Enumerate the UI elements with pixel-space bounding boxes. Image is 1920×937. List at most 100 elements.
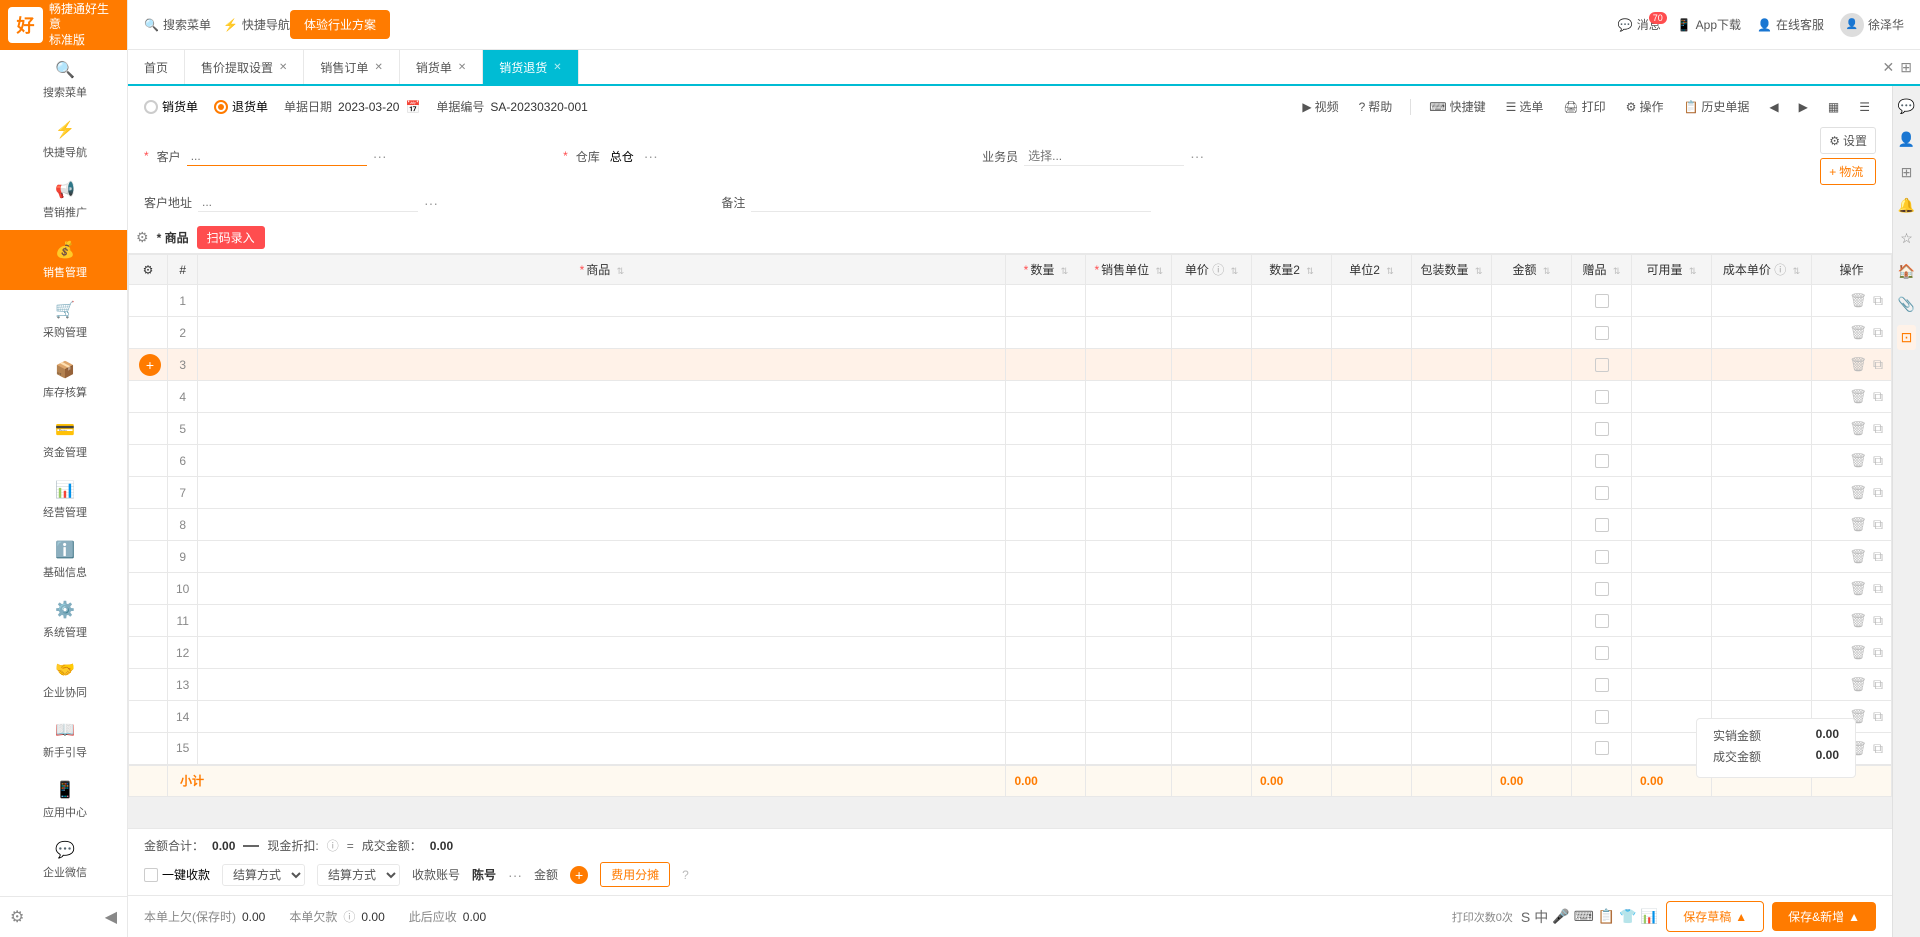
sidebar-item-guide[interactable]: 📖 新手引导 bbox=[0, 710, 127, 770]
customer-more-icon[interactable]: ··· bbox=[373, 148, 387, 164]
row2-price[interactable] bbox=[1172, 317, 1252, 349]
cash-discount-help-icon[interactable]: ⓘ bbox=[327, 837, 339, 854]
th-gear-icon[interactable]: ⚙ bbox=[143, 263, 154, 277]
table-settings-icon[interactable]: ⚙ bbox=[136, 229, 149, 246]
row2-unit[interactable] bbox=[1086, 317, 1172, 349]
row3-product[interactable] bbox=[198, 349, 1006, 381]
sidebar-item-wechat[interactable]: 💬 企业微信 bbox=[0, 830, 127, 890]
row1-gift[interactable] bbox=[1572, 285, 1632, 317]
row8-gift-cb[interactable] bbox=[1595, 518, 1609, 532]
remark-input[interactable] bbox=[751, 193, 1151, 212]
warehouse-more-icon[interactable]: ··· bbox=[644, 148, 658, 164]
video-btn[interactable]: ▶ 视频 bbox=[1296, 96, 1344, 117]
tab-sales-bill-close-icon[interactable]: ✕ bbox=[458, 62, 466, 73]
row2-gift[interactable] bbox=[1572, 317, 1632, 349]
row2-product[interactable] bbox=[198, 317, 1006, 349]
salesperson-more-icon[interactable]: ··· bbox=[1190, 148, 1204, 164]
right-sidebar-chat-icon[interactable]: 💬 bbox=[1894, 94, 1919, 119]
select-btn[interactable]: ☰ 选单 bbox=[1500, 96, 1550, 117]
grid-view-btn[interactable]: ▦ bbox=[1822, 98, 1845, 116]
qty2-sort-icon[interactable]: ⇅ bbox=[1306, 266, 1314, 276]
row3-qty2[interactable] bbox=[1252, 349, 1332, 381]
row1-pack[interactable] bbox=[1412, 285, 1492, 317]
row3-price[interactable] bbox=[1172, 349, 1252, 381]
right-sidebar-home-icon[interactable]: 🏠 bbox=[1894, 259, 1919, 284]
salesperson-input[interactable] bbox=[1024, 147, 1184, 166]
row1-copy-icon[interactable]: ⧉ bbox=[1873, 292, 1883, 309]
row1-cost[interactable] bbox=[1712, 285, 1812, 317]
row12-gift-cb[interactable] bbox=[1595, 646, 1609, 660]
scan-input-btn[interactable]: 扫码录入 bbox=[197, 226, 265, 249]
settings-btn[interactable]: ⚙ 设置 bbox=[1820, 127, 1876, 154]
tab-sales-order-close-icon[interactable]: ✕ bbox=[374, 62, 382, 73]
row15-gift-cb[interactable] bbox=[1595, 741, 1609, 755]
row2-amount[interactable] bbox=[1492, 317, 1572, 349]
cost-sort-icon[interactable]: ⇅ bbox=[1793, 266, 1801, 276]
gift-sort-icon[interactable]: ⇅ bbox=[1613, 266, 1621, 276]
row7-gift-cb[interactable] bbox=[1595, 486, 1609, 500]
tab-expand-icon[interactable]: ⊞ bbox=[1900, 59, 1912, 76]
row7-delete-icon[interactable]: 🗑 bbox=[1849, 484, 1867, 501]
history-btn[interactable]: 📋 历史单据 bbox=[1677, 96, 1755, 117]
row1-price[interactable] bbox=[1172, 285, 1252, 317]
row13-delete-icon[interactable]: 🗑 bbox=[1849, 676, 1867, 693]
tab-sales-return[interactable]: 销货退货 ✕ bbox=[483, 50, 578, 84]
row13-gift-cb[interactable] bbox=[1595, 678, 1609, 692]
row1-product[interactable] bbox=[198, 285, 1006, 317]
row9-gift-cb[interactable] bbox=[1595, 550, 1609, 564]
row10-gift-cb[interactable] bbox=[1595, 582, 1609, 596]
row1-unit2[interactable] bbox=[1332, 285, 1412, 317]
row6-gift-cb[interactable] bbox=[1595, 454, 1609, 468]
sidebar-item-marketing[interactable]: 📢 营销推广 bbox=[0, 170, 127, 230]
row8-delete-icon[interactable]: 🗑 bbox=[1849, 516, 1867, 533]
row5-gift-cb[interactable] bbox=[1595, 422, 1609, 436]
tab-price-close-icon[interactable]: ✕ bbox=[279, 62, 287, 73]
sidebar-item-finance[interactable]: 💳 资金管理 bbox=[0, 410, 127, 470]
settlement-select[interactable]: 结算方式 bbox=[222, 864, 305, 886]
row10-delete-icon[interactable]: 🗑 bbox=[1849, 580, 1867, 597]
address-input[interactable] bbox=[198, 193, 418, 212]
sidebar-item-system[interactable]: ⚙️ 系统管理 bbox=[0, 590, 127, 650]
unit-sort-icon[interactable]: ⇅ bbox=[1155, 266, 1163, 276]
print-btn[interactable]: 🖨 打印 bbox=[1557, 96, 1611, 117]
customer-input[interactable] bbox=[187, 147, 367, 166]
app-download-btn[interactable]: 📱 App下载 bbox=[1677, 16, 1741, 33]
right-sidebar-user-icon[interactable]: 👤 bbox=[1894, 127, 1919, 152]
help-btn[interactable]: ? 帮助 bbox=[1353, 96, 1399, 117]
row2-delete-icon[interactable]: 🗑 bbox=[1849, 324, 1867, 341]
row1-avail[interactable] bbox=[1632, 285, 1712, 317]
msg-btn[interactable]: 💬 消息 70 bbox=[1618, 16, 1661, 33]
save-new-btn[interactable]: 保存&新增 ▲ bbox=[1772, 902, 1876, 931]
sidebar-item-appstore[interactable]: 📱 应用中心 bbox=[0, 770, 127, 830]
sidebar-item-quicknav[interactable]: ⚡ 快捷导航 bbox=[0, 110, 127, 170]
row4-gift-cb[interactable] bbox=[1595, 390, 1609, 404]
row1-amount[interactable] bbox=[1492, 285, 1572, 317]
tab-close-window-icon[interactable]: ✕ bbox=[1883, 59, 1895, 76]
row3-unit2[interactable] bbox=[1332, 349, 1412, 381]
sidebar-item-enterprise[interactable]: 🤝 企业协同 bbox=[0, 650, 127, 710]
row3-cost[interactable] bbox=[1712, 349, 1812, 381]
unit2-sort-icon[interactable]: ⇅ bbox=[1386, 266, 1394, 276]
user-menu-btn[interactable]: 👤 徐泽华 bbox=[1840, 13, 1904, 37]
row2-gift-cb[interactable] bbox=[1595, 326, 1609, 340]
row2-qty[interactable] bbox=[1006, 317, 1086, 349]
row1-qty[interactable] bbox=[1006, 285, 1086, 317]
try-industry-btn[interactable]: 体验行业方案 bbox=[290, 10, 390, 39]
row3-unit[interactable] bbox=[1086, 349, 1172, 381]
row14-gift-cb[interactable] bbox=[1595, 710, 1609, 724]
row2-copy-icon[interactable]: ⧉ bbox=[1873, 324, 1883, 341]
search-menu-btn[interactable]: 🔍 搜索菜单 bbox=[144, 16, 211, 33]
logistics-btn[interactable]: + 物流 bbox=[1820, 158, 1876, 185]
tab-price-settings[interactable]: 售价提取设置 ✕ bbox=[185, 50, 304, 84]
price-sort-icon[interactable]: ⇅ bbox=[1231, 266, 1239, 276]
tab-sales-bill[interactable]: 销货单 ✕ bbox=[400, 50, 483, 84]
tab-sales-return-close-icon[interactable]: ✕ bbox=[553, 62, 561, 73]
sidebar-item-inventory[interactable]: 📦 库存核算 bbox=[0, 350, 127, 410]
account-more-icon[interactable]: ··· bbox=[508, 867, 522, 883]
row3-gift-cb[interactable] bbox=[1595, 358, 1609, 372]
row1-gift-cb[interactable] bbox=[1595, 294, 1609, 308]
row2-pack[interactable] bbox=[1412, 317, 1492, 349]
row3-qty[interactable] bbox=[1006, 349, 1086, 381]
row3-copy-icon[interactable]: ⧉ bbox=[1873, 356, 1883, 373]
row2-qty2[interactable] bbox=[1252, 317, 1332, 349]
